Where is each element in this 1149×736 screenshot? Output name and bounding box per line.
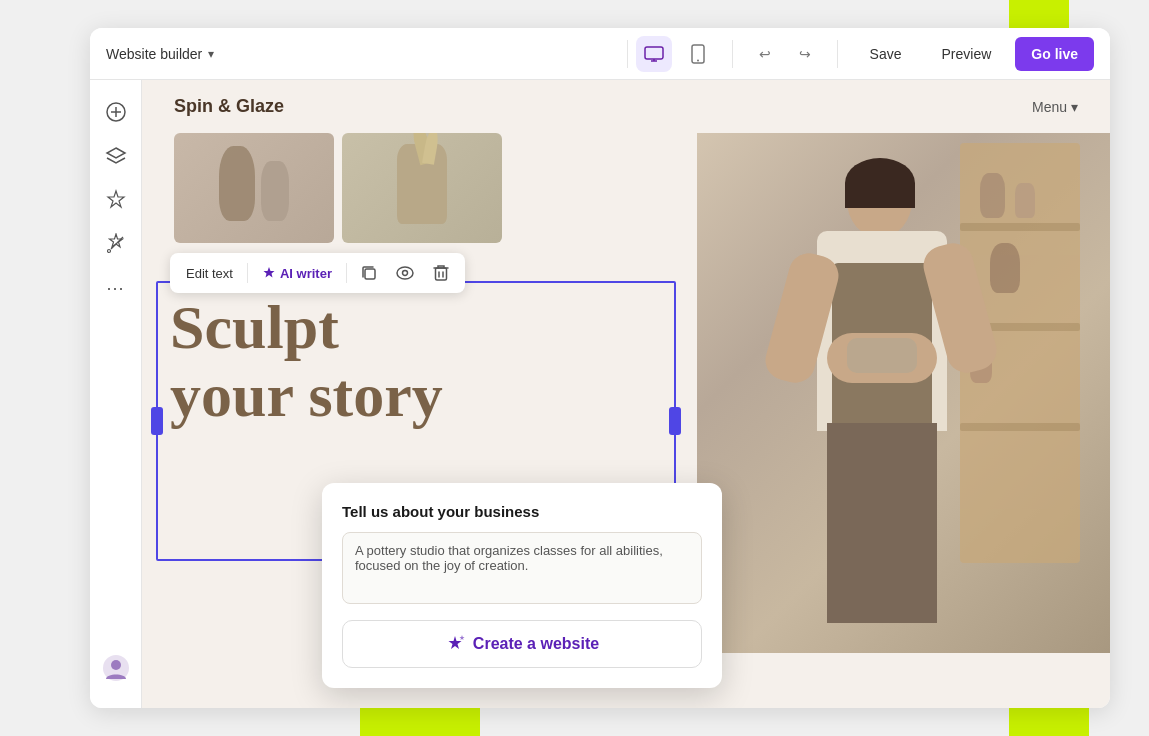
resize-handle-left[interactable]: [151, 407, 163, 435]
business-description-input[interactable]: A pottery studio that organizes classes …: [342, 532, 702, 604]
thumbnail-row: [174, 133, 665, 243]
copy-btn[interactable]: [355, 259, 383, 287]
avatar-btn[interactable]: [96, 648, 136, 688]
vase-1: [219, 146, 255, 221]
toolbar-left: Website builder ▾: [106, 46, 619, 62]
ai-dialog-title: Tell us about your business: [342, 503, 702, 520]
toolbar-right: ↩ ↪ Save Preview Go live: [636, 36, 1094, 72]
mobile-device-btn[interactable]: [680, 36, 716, 72]
woman-figure: [747, 133, 1027, 653]
hero-heading[interactable]: Sculpt your story: [170, 293, 660, 429]
site-menu[interactable]: Menu ▾: [1032, 99, 1078, 115]
ai-tools-btn[interactable]: [96, 180, 136, 220]
resize-handle-right[interactable]: [669, 407, 681, 435]
svg-rect-15: [435, 268, 446, 280]
svg-point-13: [397, 267, 413, 279]
layers-btn[interactable]: [96, 136, 136, 176]
more-dots-icon: ···: [106, 278, 124, 299]
ai-writer-btn[interactable]: AI writer: [256, 262, 338, 285]
magic-btn[interactable]: [96, 224, 136, 264]
more-btn[interactable]: ···: [96, 268, 136, 308]
svg-point-4: [697, 59, 699, 61]
sidebar: ···: [90, 80, 142, 708]
svg-rect-0: [645, 47, 663, 59]
hero-heading-line1: Sculpt: [170, 293, 339, 361]
toolbar-divider-3: [837, 40, 838, 68]
hero-heading-line2: your story: [170, 361, 443, 429]
visibility-btn[interactable]: [391, 259, 419, 287]
toolbar-divider-2: [732, 40, 733, 68]
go-live-button[interactable]: Go live: [1015, 37, 1094, 71]
hero-photo-area: [697, 133, 1110, 653]
ai-writer-label: AI writer: [280, 266, 332, 281]
delete-btn[interactable]: [427, 259, 455, 287]
canvas-area: Spin & Glaze Menu ▾: [142, 80, 1110, 708]
woman-hair: [845, 158, 915, 208]
add-element-btn[interactable]: [96, 92, 136, 132]
thumbnail-1: [174, 133, 334, 243]
create-website-btn[interactable]: Create a website: [342, 620, 702, 668]
thumbnail-2: [342, 133, 502, 243]
preview-button[interactable]: Preview: [926, 37, 1008, 71]
ai-dialog: Tell us about your business A pottery st…: [322, 483, 722, 688]
undo-btn[interactable]: ↩: [749, 38, 781, 70]
dried-plant: [397, 144, 447, 224]
site-logo: Spin & Glaze: [174, 96, 284, 117]
svg-point-14: [402, 271, 407, 276]
hero-photo: [697, 133, 1110, 653]
clay-piece: [847, 338, 917, 373]
woman-lower-body: [827, 423, 937, 623]
svg-point-11: [111, 660, 121, 670]
ft-divider-2: [346, 263, 347, 283]
floating-text-toolbar: Edit text AI writer: [170, 253, 465, 293]
edit-text-btn[interactable]: Edit text: [180, 262, 239, 285]
top-toolbar: Website builder ▾ ↩ ↪: [90, 28, 1110, 80]
app-window: Website builder ▾ ↩ ↪: [90, 28, 1110, 708]
site-header: Spin & Glaze Menu ▾: [142, 80, 1110, 133]
builder-label: Website builder: [106, 46, 202, 62]
create-website-label: Create a website: [473, 635, 599, 653]
sparkle-icon: [445, 634, 465, 654]
svg-rect-12: [365, 269, 375, 279]
toolbar-divider: [627, 40, 628, 68]
desktop-device-btn[interactable]: [636, 36, 672, 72]
ft-divider-1: [247, 263, 248, 283]
svg-point-8: [107, 250, 110, 253]
vase-2: [261, 161, 289, 221]
builder-chevron-icon[interactable]: ▾: [208, 47, 214, 61]
save-button[interactable]: Save: [854, 37, 918, 71]
redo-btn[interactable]: ↪: [789, 38, 821, 70]
